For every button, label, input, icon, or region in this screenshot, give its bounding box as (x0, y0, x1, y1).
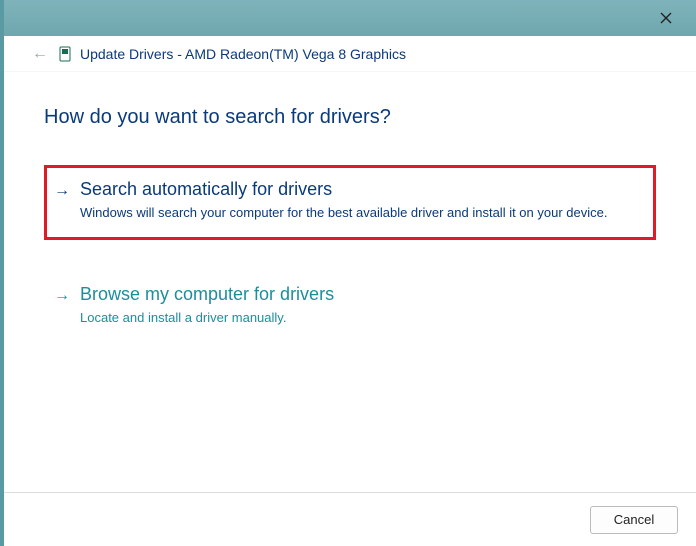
option-description: Windows will search your computer for th… (80, 204, 642, 222)
arrow-right-icon: → (54, 182, 70, 200)
update-drivers-dialog: ← Update Drivers - AMD Radeon(TM) Vega 8… (0, 0, 696, 546)
window-title: Update Drivers - AMD Radeon(TM) Vega 8 G… (80, 46, 406, 62)
option-browse-computer[interactable]: → Browse my computer for drivers Locate … (44, 270, 656, 345)
close-button[interactable] (652, 4, 680, 32)
option-search-automatically[interactable]: → Search automatically for drivers Windo… (44, 165, 656, 240)
header-bar: ← Update Drivers - AMD Radeon(TM) Vega 8… (4, 36, 696, 72)
back-arrow-icon[interactable]: ← (32, 45, 50, 63)
device-icon (58, 45, 72, 63)
close-icon (660, 12, 672, 24)
titlebar (4, 0, 696, 36)
arrow-right-icon: → (54, 287, 70, 305)
page-heading: How do you want to search for drivers? (44, 106, 656, 129)
footer: Cancel (4, 492, 696, 546)
option-title: Search automatically for drivers (80, 179, 332, 200)
content-area: How do you want to search for drivers? →… (4, 72, 696, 492)
cancel-button[interactable]: Cancel (590, 506, 678, 534)
option-description: Locate and install a driver manually. (80, 309, 642, 327)
option-title: Browse my computer for drivers (80, 284, 334, 305)
